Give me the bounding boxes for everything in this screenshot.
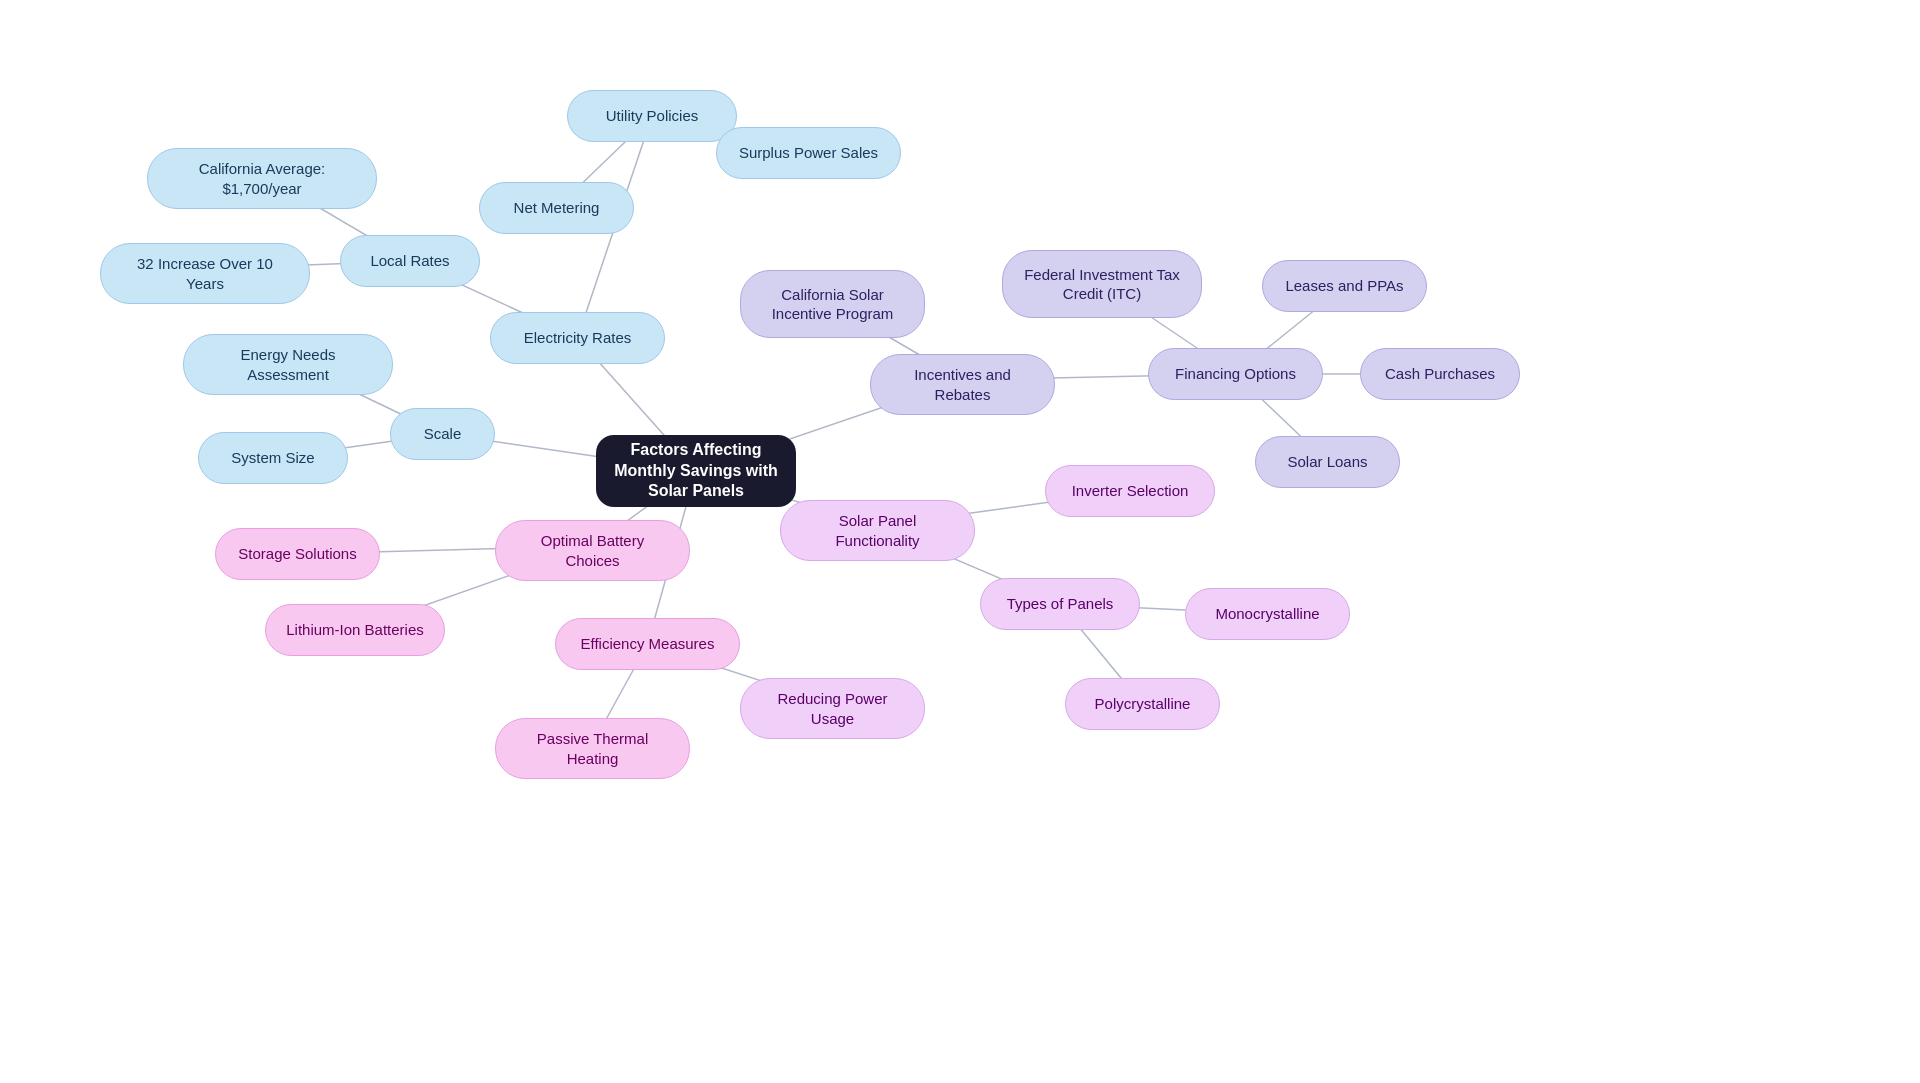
node-efficiency-measures[interactable]: Efficiency Measures <box>555 618 740 670</box>
mindmap-container: Factors Affecting Monthly Savings with S… <box>0 0 1920 1083</box>
node-passive-thermal[interactable]: Passive Thermal Heating <box>495 718 690 779</box>
node-net-metering[interactable]: Net Metering <box>479 182 634 234</box>
center-node[interactable]: Factors Affecting Monthly Savings with S… <box>596 435 796 507</box>
node-federal-tax[interactable]: Federal Investment Tax Credit (ITC) <box>1002 250 1202 318</box>
node-local-rates[interactable]: Local Rates <box>340 235 480 287</box>
node-california-average[interactable]: California Average: $1,700/year <box>147 148 377 209</box>
node-energy-needs[interactable]: Energy Needs Assessment <box>183 334 393 395</box>
node-california-solar[interactable]: California Solar Incentive Program <box>740 270 925 338</box>
node-electricity-rates[interactable]: Electricity Rates <box>490 312 665 364</box>
node-solar-loans[interactable]: Solar Loans <box>1255 436 1400 488</box>
node-lithium-ion[interactable]: Lithium-Ion Batteries <box>265 604 445 656</box>
node-utility-policies[interactable]: Utility Policies <box>567 90 737 142</box>
node-incentives-rebates[interactable]: Incentives and Rebates <box>870 354 1055 415</box>
node-leases-ppas[interactable]: Leases and PPAs <box>1262 260 1427 312</box>
node-storage-solutions[interactable]: Storage Solutions <box>215 528 380 580</box>
node-surplus-power[interactable]: Surplus Power Sales <box>716 127 901 179</box>
node-polycrystalline[interactable]: Polycrystalline <box>1065 678 1220 730</box>
node-reducing-power[interactable]: Reducing Power Usage <box>740 678 925 739</box>
node-32-increase[interactable]: 32 Increase Over 10 Years <box>100 243 310 304</box>
node-types-panels[interactable]: Types of Panels <box>980 578 1140 630</box>
node-monocrystalline[interactable]: Monocrystalline <box>1185 588 1350 640</box>
node-financing-options[interactable]: Financing Options <box>1148 348 1323 400</box>
node-cash-purchases[interactable]: Cash Purchases <box>1360 348 1520 400</box>
node-system-size[interactable]: System Size <box>198 432 348 484</box>
node-scale[interactable]: Scale <box>390 408 495 460</box>
node-solar-panel-func[interactable]: Solar Panel Functionality <box>780 500 975 561</box>
node-inverter-selection[interactable]: Inverter Selection <box>1045 465 1215 517</box>
node-optimal-battery[interactable]: Optimal Battery Choices <box>495 520 690 581</box>
